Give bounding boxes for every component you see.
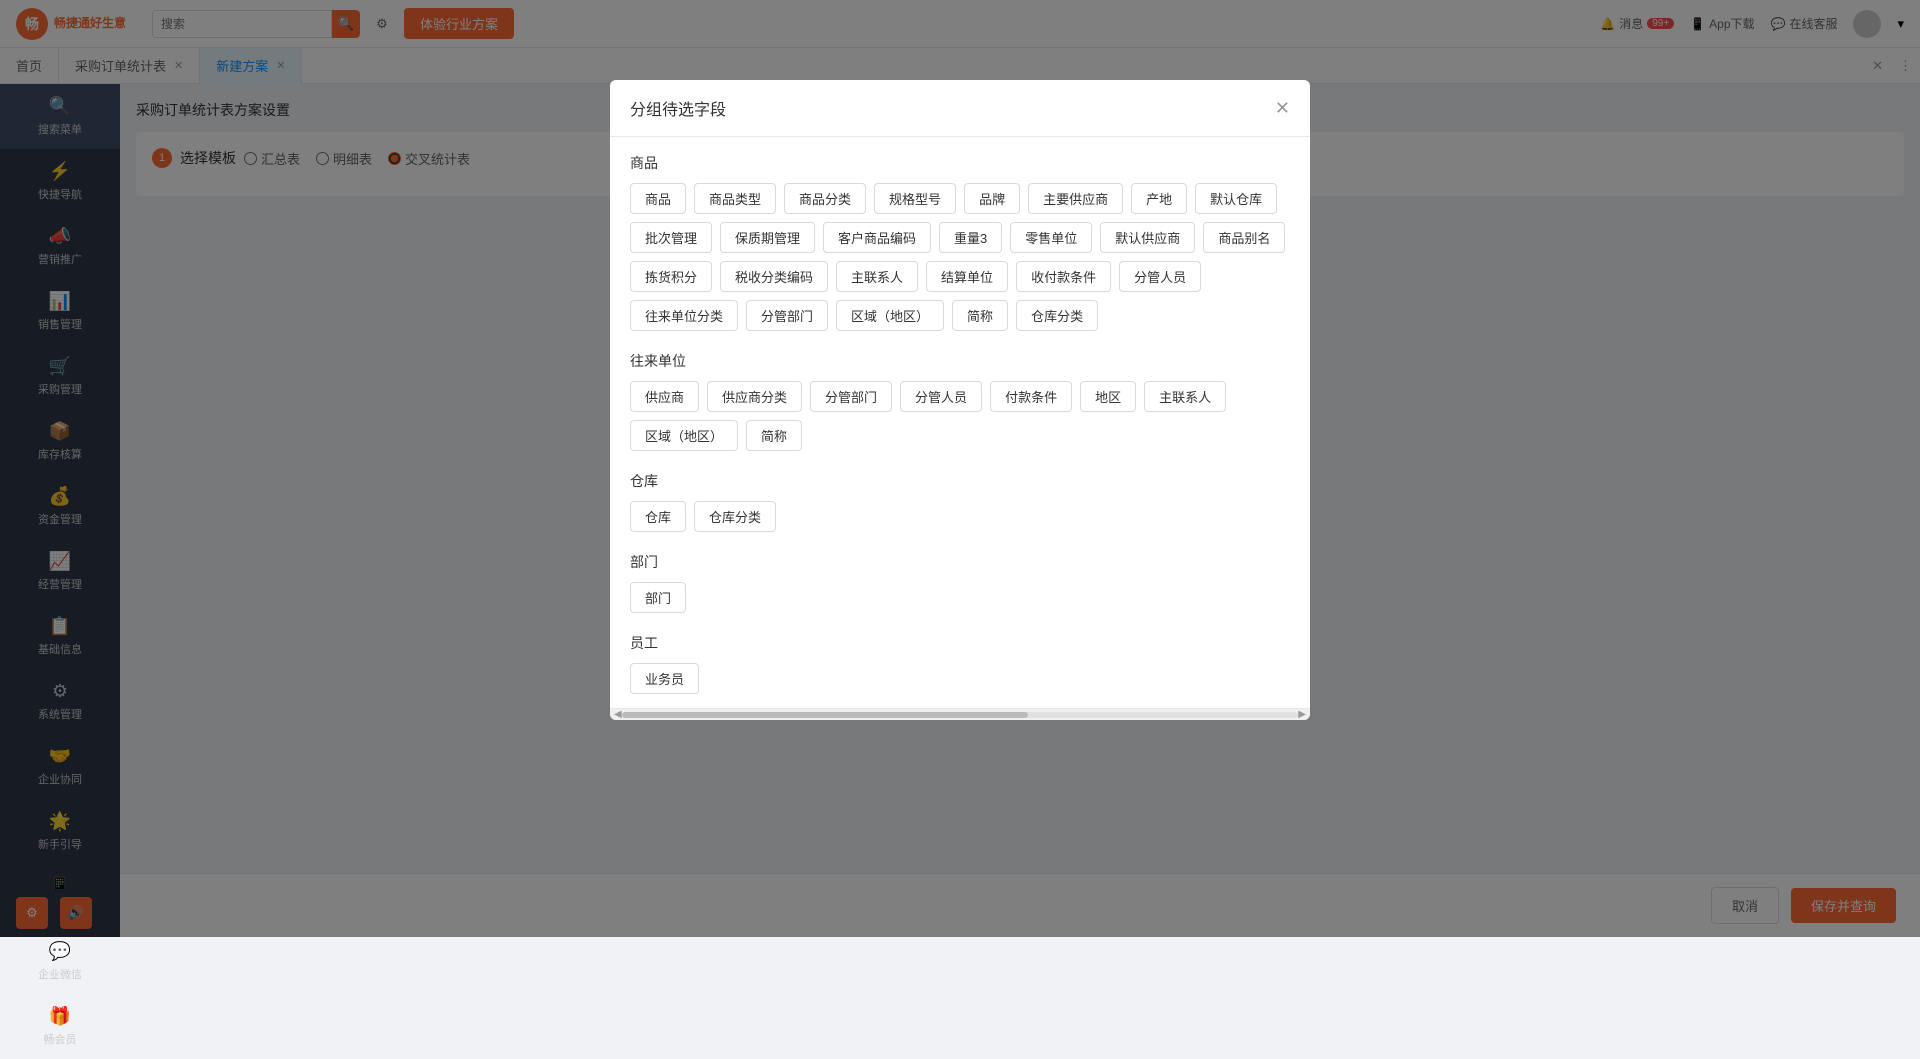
- tag-supervisor[interactable]: 分管人员: [1119, 261, 1201, 292]
- gift-icon: 🎁: [49, 1006, 71, 1027]
- section-party: 往来单位 供应商 供应商分类 分管部门 分管人员 付款条件 地区 主联系人 区域…: [630, 351, 1290, 451]
- scrollbar-track[interactable]: [622, 712, 1299, 718]
- tag-supplier-category[interactable]: 供应商分类: [707, 381, 802, 412]
- modal-title: 分组待选字段: [630, 96, 726, 120]
- tag-warehouse[interactable]: 仓库: [630, 501, 686, 532]
- tag-shelf-life[interactable]: 保质期管理: [720, 222, 815, 253]
- tag-settlement-unit[interactable]: 结算单位: [926, 261, 1008, 292]
- tag-dept[interactable]: 分管部门: [810, 381, 892, 412]
- tag-customer-code[interactable]: 客户商品编码: [823, 222, 931, 253]
- tag-department[interactable]: 部门: [630, 582, 686, 613]
- tag-batch-mgmt[interactable]: 批次管理: [630, 222, 712, 253]
- party-tags: 供应商 供应商分类 分管部门 分管人员 付款条件 地区 主联系人 区域（地区） …: [630, 381, 1290, 451]
- scroll-right-icon[interactable]: ▶: [1298, 709, 1306, 720]
- sidebar-label: 畅会员: [44, 1031, 77, 1047]
- tag-supplier[interactable]: 供应商: [630, 381, 699, 412]
- employee-tags: 业务员: [630, 663, 1290, 694]
- tag-warehouse-cat[interactable]: 仓库分类: [694, 501, 776, 532]
- modal-body: 商品 商品 商品类型 商品分类 规格型号 品牌 主要供应商 产地 默认仓库 批次…: [610, 137, 1310, 708]
- sidebar-label: 企业微信: [38, 966, 82, 982]
- tag-payment-terms[interactable]: 收付款条件: [1016, 261, 1111, 292]
- tag-main-contact[interactable]: 主联系人: [836, 261, 918, 292]
- modal-header: 分组待选字段 ✕: [610, 80, 1310, 137]
- tag-spec-model[interactable]: 规格型号: [874, 183, 956, 214]
- tag-main-contact2[interactable]: 主联系人: [1144, 381, 1226, 412]
- tag-abbr2[interactable]: 简称: [746, 420, 802, 451]
- modal-overlay: 分组待选字段 ✕ 商品 商品 商品类型 商品分类 规格型号 品牌 主要供应商 产…: [0, 0, 1920, 937]
- tag-product[interactable]: 商品: [630, 183, 686, 214]
- tag-product-category[interactable]: 商品分类: [784, 183, 866, 214]
- product-tags: 商品 商品类型 商品分类 规格型号 品牌 主要供应商 产地 默认仓库 批次管理 …: [630, 183, 1290, 331]
- tag-salesperson[interactable]: 业务员: [630, 663, 699, 694]
- modal-horizontal-scrollbar[interactable]: ◀ ▶: [610, 708, 1310, 720]
- section-product: 商品 商品 商品类型 商品分类 规格型号 品牌 主要供应商 产地 默认仓库 批次…: [630, 153, 1290, 331]
- wechat-icon: 💬: [49, 941, 71, 962]
- tag-abbr[interactable]: 简称: [952, 300, 1008, 331]
- scroll-left-area: ◀: [614, 709, 622, 720]
- scroll-left-icon[interactable]: ◀: [614, 709, 622, 720]
- section-dept: 部门 部门: [630, 552, 1290, 613]
- tag-weight[interactable]: 重量3: [939, 222, 1002, 253]
- dept-tags: 部门: [630, 582, 1290, 613]
- tag-dept-supervised[interactable]: 分管部门: [746, 300, 828, 331]
- tag-default-warehouse[interactable]: 默认仓库: [1195, 183, 1277, 214]
- tag-origin[interactable]: 产地: [1131, 183, 1187, 214]
- tag-payment-cond[interactable]: 付款条件: [990, 381, 1072, 412]
- tag-warehouse-category[interactable]: 仓库分类: [1016, 300, 1098, 331]
- section-warehouse: 仓库 仓库 仓库分类: [630, 471, 1290, 532]
- tag-dept-person[interactable]: 分管人员: [900, 381, 982, 412]
- section-product-title: 商品: [630, 153, 1290, 173]
- sidebar-item-wechat[interactable]: 💬 企业微信: [0, 929, 120, 994]
- section-employee: 员工 业务员: [630, 633, 1290, 694]
- section-employee-title: 员工: [630, 633, 1290, 653]
- tag-party-category[interactable]: 往来单位分类: [630, 300, 738, 331]
- section-dept-title: 部门: [630, 552, 1290, 572]
- scroll-right-area: ▶: [1298, 709, 1306, 720]
- tag-pick-score[interactable]: 拣货积分: [630, 261, 712, 292]
- section-warehouse-title: 仓库: [630, 471, 1290, 491]
- modal-close-button[interactable]: ✕: [1275, 98, 1290, 119]
- tag-region2[interactable]: 区域（地区）: [630, 420, 738, 451]
- tag-main-supplier[interactable]: 主要供应商: [1028, 183, 1123, 214]
- tag-product-alias[interactable]: 商品别名: [1203, 222, 1285, 253]
- tag-product-type[interactable]: 商品类型: [694, 183, 776, 214]
- tag-tax-code[interactable]: 税收分类编码: [720, 261, 828, 292]
- tag-brand[interactable]: 品牌: [964, 183, 1020, 214]
- warehouse-tags: 仓库 仓库分类: [630, 501, 1290, 532]
- tag-default-supplier[interactable]: 默认供应商: [1100, 222, 1195, 253]
- section-party-title: 往来单位: [630, 351, 1290, 371]
- tag-region[interactable]: 区域（地区）: [836, 300, 944, 331]
- modal: 分组待选字段 ✕ 商品 商品 商品类型 商品分类 规格型号 品牌 主要供应商 产…: [610, 80, 1310, 720]
- tag-area[interactable]: 地区: [1080, 381, 1136, 412]
- scrollbar-thumb: [622, 712, 1028, 718]
- tag-retail-unit[interactable]: 零售单位: [1010, 222, 1092, 253]
- sidebar-item-member[interactable]: 🎁 畅会员: [0, 994, 120, 1059]
